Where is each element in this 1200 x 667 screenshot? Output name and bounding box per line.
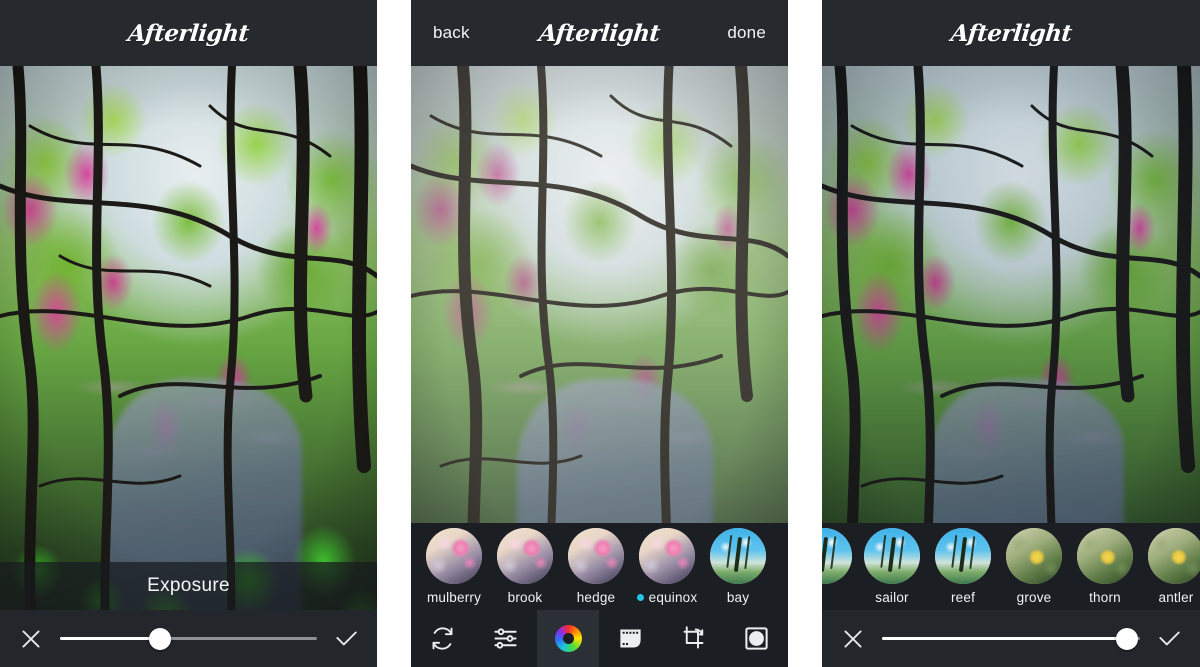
adjustment-name: Exposure [147,575,230,596]
filter-preview-image [1148,528,1200,584]
filter-preview-image [822,528,852,584]
filter-label-row: grove [1017,590,1052,605]
adjustment-slider-bar [0,610,377,667]
phone-panel-filter-intensity: Afterlight sailor reef grove thorn antle… [822,0,1200,667]
filter-label-row: antler [1159,590,1194,605]
filter-carousel[interactable]: sailor reef grove thorn antler [822,523,1200,610]
filter-preview-image [710,528,766,584]
filter-preview-image [1077,528,1133,584]
filter-name: mulberry [426,590,482,605]
filter-thumbnail[interactable] [710,528,766,584]
app-logo: Afterlight [126,19,251,47]
filter-preview-image [426,528,482,584]
back-button[interactable]: back [433,23,479,43]
app-logo: Afterlight [537,19,662,47]
filter-thumbnail[interactable] [1077,528,1133,584]
toolbar-button-reset[interactable] [411,610,474,667]
check-icon[interactable] [331,624,361,654]
filter-name: reef [950,590,976,605]
filter-name: bay [726,590,750,605]
panel-divider [788,0,822,667]
filter-thumbnail[interactable] [639,528,695,584]
filter-carousel[interactable]: mulberry brook hedge equinox bay [411,523,788,610]
toolbar-button-filters[interactable] [536,610,600,667]
filter-thumbnail[interactable] [935,528,991,584]
app-header: back Afterlight done [411,0,788,66]
filter-preview-image [864,528,920,584]
filter-thumbnail[interactable] [822,528,852,584]
film-icon [617,625,644,652]
toolbar-button-textures[interactable] [599,610,662,667]
filter-preview-image [639,528,695,584]
filter-item-brook[interactable]: brook [490,528,560,605]
filter-preview-image [1006,528,1062,584]
filter-label-row: equinox [636,590,698,605]
filter-item-mulberry[interactable]: mulberry [419,528,489,605]
filter-name: brook [507,590,543,605]
filter-name: grove [1016,590,1052,605]
panel-divider [377,0,411,667]
filter-item-grove[interactable]: grove [999,528,1069,605]
filter-label-row: bay [727,590,749,605]
toolbar-button-adjust[interactable] [474,610,537,667]
adjustment-label-bar: Exposure [0,562,377,610]
filter-thumbnail[interactable] [1006,528,1062,584]
filter-thumbnail[interactable] [1148,528,1200,584]
close-icon[interactable] [16,624,46,654]
toolbar-button-frames[interactable] [725,610,788,667]
phone-panel-filters: back Afterlight done mulberry brook hedg… [411,0,788,667]
refresh-icon [429,625,456,652]
filter-label-row: sailor [875,590,908,605]
slider-fill [882,637,1128,640]
app-header: Afterlight [0,0,377,66]
filter-item-antler[interactable]: antler [1141,528,1200,605]
filter-item-hedge[interactable]: hedge [561,528,631,605]
filter-label-row: reef [951,590,975,605]
filter-item-thorn[interactable]: thorn [1070,528,1140,605]
close-icon[interactable] [838,624,868,654]
frame-icon [743,625,770,652]
filter-preview-image [497,528,553,584]
app-header: Afterlight [822,0,1200,66]
filter-name: equinox [648,590,698,605]
filter-name: sailor [875,590,909,605]
color-wheel-icon [554,625,582,652]
filter-name: antler [1158,590,1194,605]
exposure-slider[interactable] [60,624,317,654]
filter-intensity-slider-bar [822,610,1200,667]
filter-name: thorn [1089,590,1121,605]
crop-icon [680,625,707,652]
filter-item-partial[interactable] [822,528,856,584]
filter-item-bay[interactable]: bay [703,528,773,605]
filter-intensity-slider[interactable] [882,624,1140,654]
slider-knob[interactable] [149,627,172,650]
sliders-icon [492,625,519,652]
slider-fill [60,637,161,640]
slider-knob[interactable] [1116,627,1139,650]
check-icon[interactable] [1154,624,1184,654]
filter-item-reef[interactable]: reef [928,528,998,605]
filter-label-row: brook [508,590,543,605]
app-logo: Afterlight [949,19,1073,47]
filter-thumbnail[interactable] [497,528,553,584]
filter-label-row: mulberry [427,590,481,605]
toolbar-button-crop-rotate[interactable] [662,610,725,667]
screenshot-stage: Afterlight Exposure back Afterlight done… [0,0,1200,667]
done-button[interactable]: done [720,23,766,43]
filter-label-row: thorn [1089,590,1121,605]
filter-preview-image [935,528,991,584]
selected-indicator-dot [636,594,644,601]
phone-panel-exposure: Afterlight Exposure [0,0,377,667]
filter-preview-image [568,528,624,584]
filter-item-sailor[interactable]: sailor [857,528,927,605]
filter-thumbnail[interactable] [568,528,624,584]
editor-toolbar [411,610,788,667]
filter-thumbnail[interactable] [864,528,920,584]
filter-thumbnail[interactable] [426,528,482,584]
filter-name: hedge [576,590,616,605]
filter-label-row: hedge [577,590,616,605]
filter-item-equinox[interactable]: equinox [632,528,702,605]
